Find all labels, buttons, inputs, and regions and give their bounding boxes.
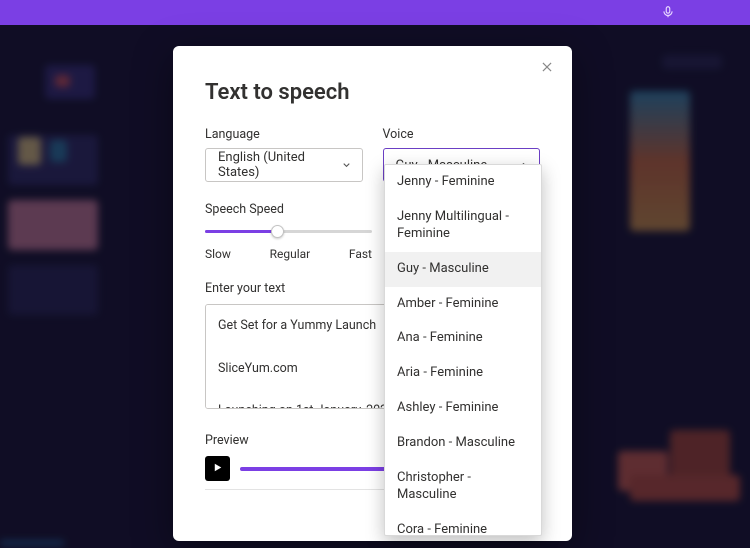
modal-title: Text to speech (205, 80, 540, 105)
voice-option[interactable]: Cora - Feminine (385, 513, 541, 535)
speed-label: Speech Speed (205, 202, 372, 217)
slider-thumb[interactable] (271, 225, 284, 238)
voice-option[interactable]: Christopher - Masculine (385, 461, 541, 513)
voice-option[interactable]: Jenny Multilingual - Feminine (385, 200, 541, 252)
close-button[interactable] (536, 60, 558, 82)
play-icon (211, 459, 224, 478)
close-icon (536, 60, 558, 74)
language-field: Language English (United States) (205, 127, 363, 182)
voice-option[interactable]: Amber - Feminine (385, 287, 541, 322)
speed-slider[interactable] (205, 223, 372, 239)
speed-tick-fast: Fast (349, 247, 372, 261)
language-select[interactable]: English (United States) (205, 148, 363, 182)
voice-option[interactable]: Ana - Feminine (385, 321, 541, 356)
voice-option[interactable]: Aria - Feminine (385, 356, 541, 391)
chevron-down-icon (341, 160, 352, 171)
voice-option[interactable]: Jenny - Feminine (385, 165, 541, 200)
speed-tick-slow: Slow (205, 247, 231, 261)
language-selected-value: English (United States) (218, 150, 305, 180)
language-label: Language (205, 127, 363, 142)
app-topbar (0, 0, 750, 25)
speech-speed-field: Speech Speed Slow Regular Fast (205, 202, 372, 261)
voice-dropdown: Jenny - FeminineJenny Multilingual - Fem… (384, 164, 542, 536)
voice-option[interactable]: Brandon - Masculine (385, 426, 541, 461)
speed-tick-regular: Regular (270, 247, 311, 261)
voice-label: Voice (383, 127, 541, 142)
play-button[interactable] (205, 456, 230, 481)
microphone-icon[interactable] (661, 4, 675, 23)
voice-option[interactable]: Ashley - Feminine (385, 391, 541, 426)
voice-option[interactable]: Guy - Masculine (385, 252, 541, 287)
voice-dropdown-list[interactable]: Jenny - FeminineJenny Multilingual - Fem… (385, 165, 541, 535)
